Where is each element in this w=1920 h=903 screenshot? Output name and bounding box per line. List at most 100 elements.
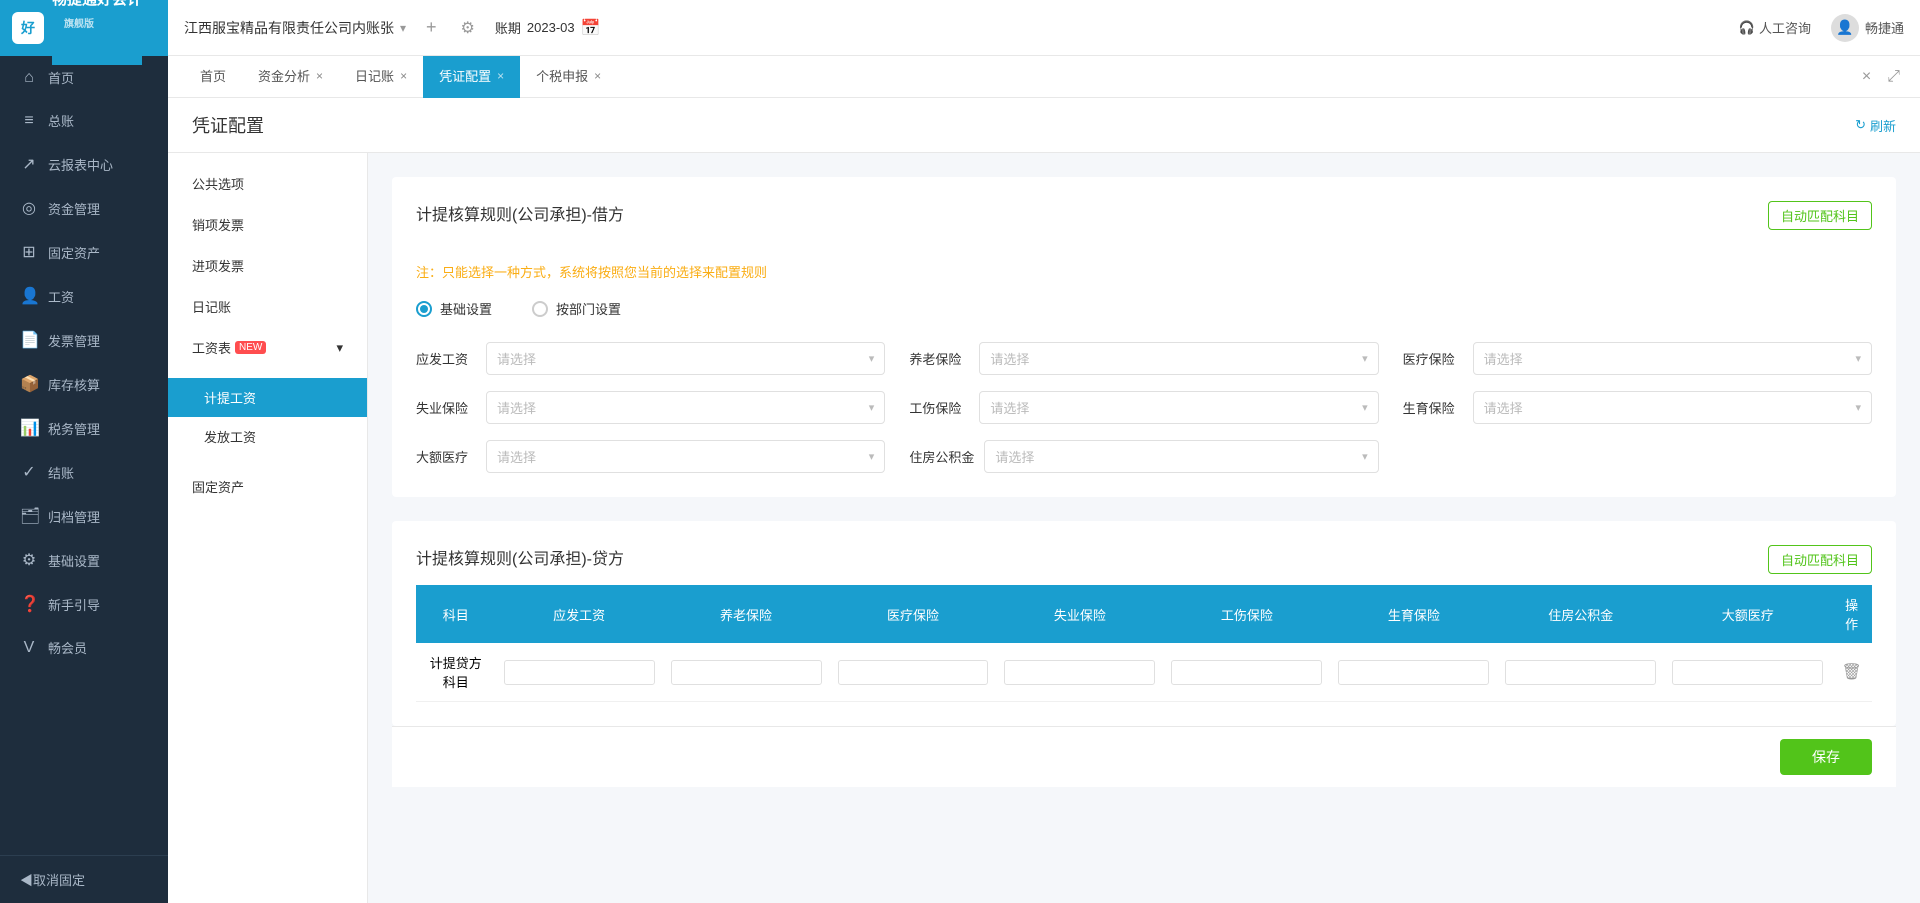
form-item-injury: 工伤保险 请选择 ▾: [909, 391, 1378, 424]
nav-journal[interactable]: 日记账: [168, 286, 367, 327]
main-area: 江西服宝精品有限责任公司内账张 ▾ + ⚙ 账期 2023-03 📅 🎧 人工咨…: [168, 0, 1920, 903]
major-medical-select[interactable]: 请选择 ▾: [486, 440, 885, 473]
input-unemployment[interactable]: [1004, 660, 1155, 685]
table-header-row: 科目 应发工资 养老保险 医疗保险 失业保险 工伤保险 生育保险 住房公积金 大…: [416, 585, 1872, 643]
unemployment-select[interactable]: 请选择 ▾: [486, 391, 885, 424]
pension-select[interactable]: 请选择 ▾: [979, 342, 1378, 375]
refresh-button[interactable]: ↻ 刷新: [1855, 116, 1896, 135]
sidebar-item-tax[interactable]: 📊 税务管理: [0, 406, 168, 450]
maternity-select[interactable]: 请选择 ▾: [1473, 391, 1872, 424]
cell-maternity[interactable]: [1330, 643, 1497, 702]
tab-voucher-close-icon[interactable]: ×: [497, 69, 504, 83]
sidebar-item-archive[interactable]: 🗂 归档管理: [0, 494, 168, 538]
nav-sales-invoice[interactable]: 销项发票: [168, 204, 367, 245]
company-name: 江西服宝精品有限责任公司内账张: [184, 18, 394, 38]
tab-tax[interactable]: 个税申报 ×: [520, 56, 617, 98]
sidebar-item-guide[interactable]: ❓ 新手引导: [0, 582, 168, 626]
tab-home[interactable]: 首页: [184, 56, 242, 98]
input-maternity[interactable]: [1338, 660, 1489, 685]
housing-fund-select[interactable]: 请选择 ▾: [984, 440, 1378, 473]
cell-injury[interactable]: [1163, 643, 1330, 702]
nav-pay-salary[interactable]: 发放工资: [168, 417, 367, 456]
sidebar-item-label: 固定资产: [48, 243, 100, 262]
debit-auto-match-button[interactable]: 自动匹配科目: [1768, 201, 1872, 230]
tab-voucher[interactable]: 凭证配置 ×: [423, 56, 520, 98]
nav-purchase-invoice[interactable]: 进项发票: [168, 245, 367, 286]
save-button[interactable]: 保存: [1780, 739, 1872, 775]
tab-actions: × ⤢: [1858, 64, 1904, 90]
nav-fixed-assets-label: 固定资产: [192, 477, 244, 496]
credit-auto-match-button[interactable]: 自动匹配科目: [1768, 545, 1872, 574]
sidebar-item-invoice[interactable]: 📄 发票管理: [0, 318, 168, 362]
credit-table: 科目 应发工资 养老保险 医疗保险 失业保险 工伤保险 生育保险 住房公积金 大…: [416, 585, 1872, 702]
input-medical[interactable]: [838, 660, 989, 685]
nav-public[interactable]: 公共选项: [168, 163, 367, 204]
col-injury: 工伤保险: [1163, 585, 1330, 643]
sidebar: 好 畅捷通好会计 旗舰版 ⌂ 首页 ≡ 总账 ↗ 云报表中心 ◎ 资金管理 ⊞ …: [0, 0, 168, 903]
salary-icon: 👤: [20, 286, 38, 306]
injury-select[interactable]: 请选择 ▾: [979, 391, 1378, 424]
cancel-fixed-button[interactable]: ◀取消固定: [0, 855, 168, 903]
cell-housing[interactable]: [1497, 643, 1664, 702]
sidebar-item-vip[interactable]: V 畅会员: [0, 626, 168, 669]
col-medical: 医疗保险: [830, 585, 997, 643]
medical-select[interactable]: 请选择 ▾: [1473, 342, 1872, 375]
sidebar-item-assets[interactable]: ⊞ 固定资产: [0, 230, 168, 274]
form-item-pension: 养老保险 请选择 ▾: [909, 342, 1378, 375]
sidebar-item-funds[interactable]: ◎ 资金管理: [0, 186, 168, 230]
injury-label: 工伤保险: [909, 398, 969, 417]
radio-department[interactable]: 按部门设置: [532, 299, 621, 318]
input-gross[interactable]: [504, 660, 655, 685]
tab-funds[interactable]: 资金分析 ×: [242, 56, 339, 98]
nav-accrue-salary[interactable]: 计提工资: [168, 378, 367, 417]
tab-funds-close-icon[interactable]: ×: [316, 69, 323, 83]
close-all-icon[interactable]: ×: [1858, 64, 1875, 90]
nav-purchase-invoice-label: 进项发票: [192, 256, 244, 275]
period-selector[interactable]: 账期 2023-03 📅: [495, 18, 601, 38]
settings-icon[interactable]: ⚙: [457, 18, 479, 38]
expand-icon[interactable]: ⤢: [1883, 64, 1904, 90]
sidebar-item-label: 总账: [48, 111, 74, 130]
input-injury[interactable]: [1171, 660, 1322, 685]
input-pension[interactable]: [671, 660, 822, 685]
medical-placeholder: 请选择: [1484, 349, 1523, 368]
tab-home-label: 首页: [200, 66, 226, 85]
cell-medical[interactable]: [830, 643, 997, 702]
service-button[interactable]: 🎧 人工咨询: [1739, 18, 1811, 37]
tab-journal[interactable]: 日记账 ×: [339, 56, 423, 98]
cell-major-medical[interactable]: [1664, 643, 1831, 702]
sidebar-item-inventory[interactable]: 📦 库存核算: [0, 362, 168, 406]
delete-row-icon[interactable]: 🗑: [1841, 664, 1861, 681]
chevron-down-icon: ▾: [1855, 401, 1861, 414]
input-major-medical[interactable]: [1672, 660, 1823, 685]
chevron-down-icon: ▾: [1855, 352, 1861, 365]
nav-fixed-assets[interactable]: 固定资产: [168, 466, 367, 507]
company-selector[interactable]: 江西服宝精品有限责任公司内账张 ▾: [184, 18, 406, 38]
cell-unemployment[interactable]: [996, 643, 1163, 702]
form-item-major-medical: 大额医疗 请选择 ▾: [416, 440, 885, 473]
period-value: 2023-03: [527, 20, 575, 35]
table-row: 计提贷方科目 🗑: [416, 643, 1872, 702]
sidebar-item-ledger[interactable]: ≡ 总账: [0, 99, 168, 142]
sidebar-item-settings[interactable]: ⚙ 基础设置: [0, 538, 168, 582]
nav-payroll-table[interactable]: 工资表 NEW ▾: [168, 327, 367, 368]
radio-basic[interactable]: 基础设置: [416, 299, 492, 318]
cell-pension[interactable]: [663, 643, 830, 702]
tab-voucher-label: 凭证配置: [439, 66, 491, 85]
sidebar-item-home[interactable]: ⌂ 首页: [0, 56, 168, 99]
user-menu[interactable]: 👤 畅捷通: [1831, 14, 1904, 42]
gross-salary-select[interactable]: 请选择 ▾: [486, 342, 885, 375]
save-bar: 保存: [392, 726, 1896, 787]
sidebar-item-label: 首页: [48, 68, 74, 87]
add-company-icon[interactable]: +: [422, 17, 441, 38]
cell-gross[interactable]: [496, 643, 663, 702]
sidebar-item-close[interactable]: ✓ 结账: [0, 450, 168, 494]
col-gross: 应发工资: [496, 585, 663, 643]
sidebar-item-reports[interactable]: ↗ 云报表中心: [0, 142, 168, 186]
logo-icon: 好: [12, 12, 44, 44]
sidebar-item-salary[interactable]: 👤 工资: [0, 274, 168, 318]
chevron-down-icon: ▾: [869, 352, 875, 365]
tab-tax-close-icon[interactable]: ×: [594, 69, 601, 83]
tab-journal-close-icon[interactable]: ×: [400, 69, 407, 83]
input-housing[interactable]: [1505, 660, 1656, 685]
